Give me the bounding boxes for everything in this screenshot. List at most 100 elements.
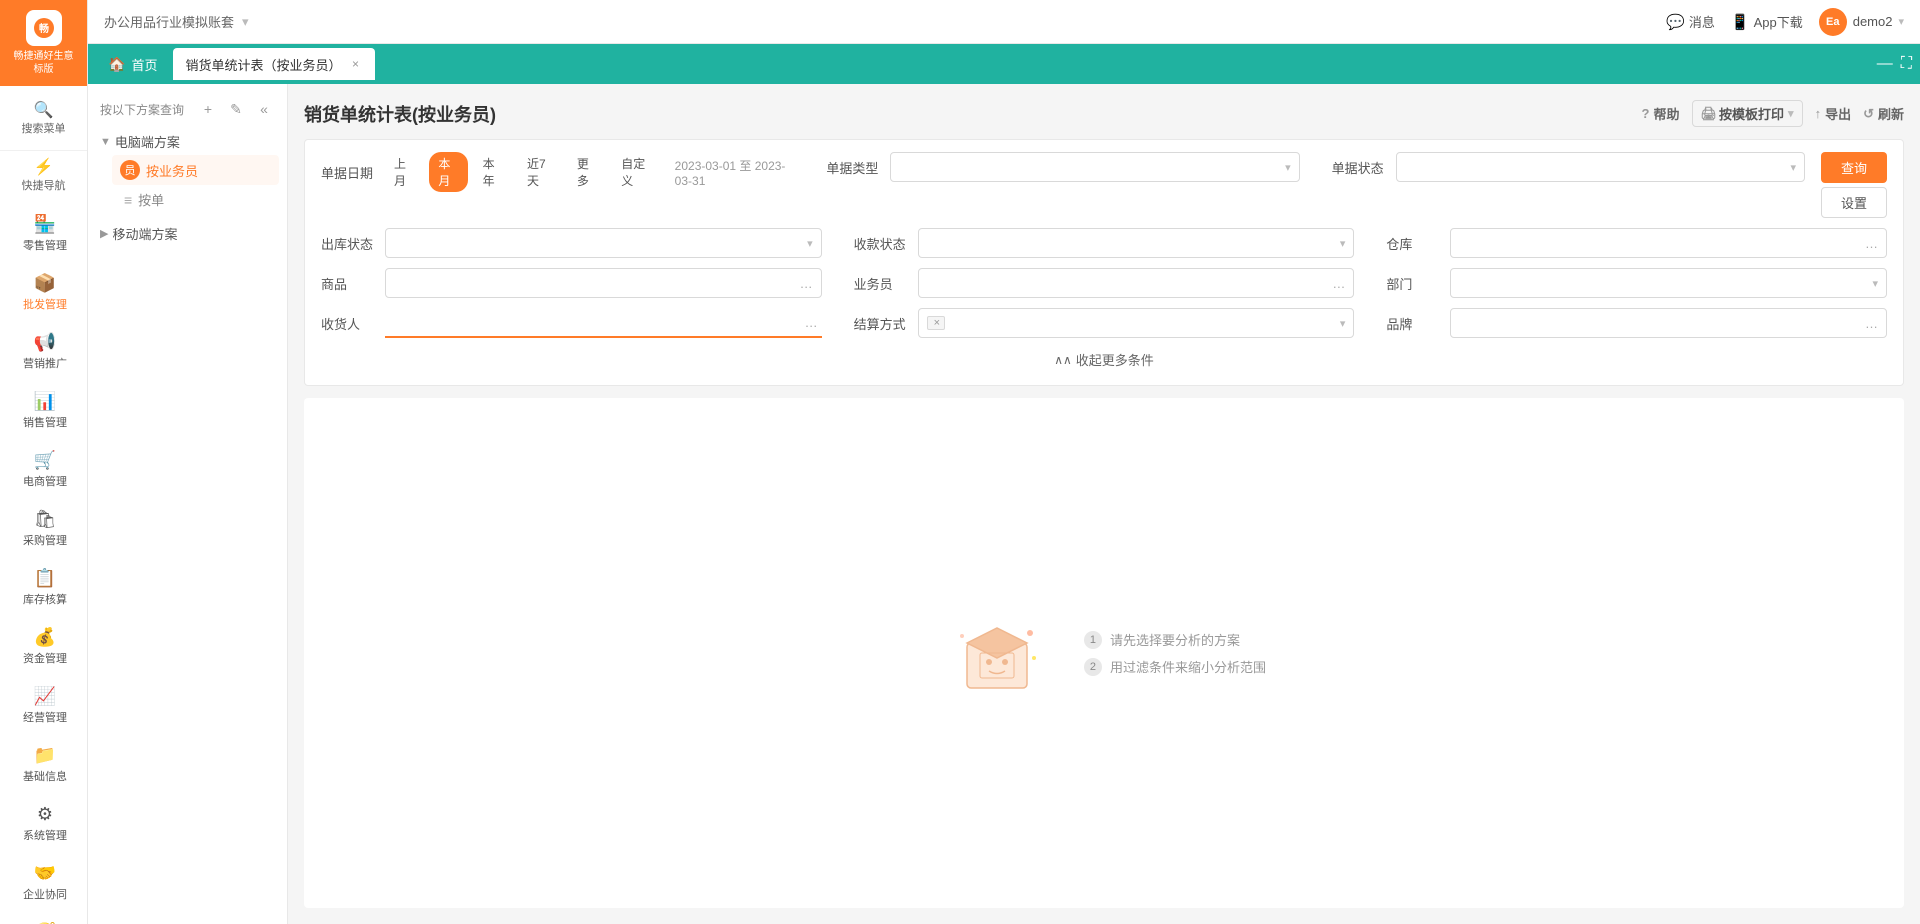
department-select[interactable]: ▾	[1450, 268, 1887, 298]
sidebar-item-system[interactable]: ⚙ 系统管理	[0, 794, 87, 853]
brand-select[interactable]: …	[1450, 308, 1887, 338]
retail-icon: 🏪	[34, 214, 56, 235]
collect-status-label: 收款状态	[854, 234, 910, 253]
date-custom-btn[interactable]: 自定义	[612, 152, 660, 192]
sidebar-logo[interactable]: 畅 畅捷通好生意标版	[0, 0, 87, 86]
chevron-down-icon: ▾	[242, 14, 249, 30]
refresh-btn[interactable]: ↺ 刷新	[1863, 104, 1904, 123]
ecommerce-icon: 🛒	[34, 450, 56, 471]
empty-state: 1 请先选择要分析的方案 2 用过滤条件来缩小分析范围	[942, 598, 1266, 708]
user-avatar: Ea	[1819, 8, 1847, 36]
sidebar-item-basic-info[interactable]: 📁 基础信息	[0, 735, 87, 794]
payment-tag-close[interactable]: ×	[934, 317, 940, 329]
topbar-dropdown[interactable]: ▾	[242, 14, 249, 30]
settings-btn[interactable]: 设置	[1821, 187, 1887, 218]
date-7days-btn[interactable]: 近7天	[518, 152, 562, 192]
tab-maximize-btn[interactable]: ⛶	[1901, 55, 1912, 73]
consignee-dots: …	[805, 315, 818, 330]
content-area: 按以下方案查询 + ✎ « ▼ 电脑端方案	[88, 84, 1920, 924]
salesman-select[interactable]: …	[918, 268, 1355, 298]
add-icon: +	[204, 101, 212, 117]
sidebar-search-section: 🔍 搜索菜单	[0, 86, 87, 151]
tab-home[interactable]: 🏠 首页	[96, 48, 169, 80]
desktop-scheme-children: 员 按业务员 ≡ 按单	[96, 155, 279, 214]
salesman-icon: 员	[120, 160, 140, 180]
logo-text: 畅捷通好生意标版	[14, 50, 74, 76]
sidebar-item-finance[interactable]: 💰 资金管理	[0, 617, 87, 676]
collapse-row: ∧∧ 收起更多条件	[321, 342, 1887, 373]
sales-icon: 📊	[34, 391, 56, 412]
basic-info-icon: 📁	[34, 745, 56, 766]
sidebar-item-inventory[interactable]: 📋 库存核算	[0, 558, 87, 617]
page-actions: ? 帮助 🖨 按模板打印 ▾ ↑ 导出	[1642, 100, 1904, 127]
empty-step-2: 2 用过滤条件来缩小分析范围	[1084, 657, 1266, 676]
sidebar-item-marketing[interactable]: 📢 营销推广	[0, 322, 87, 381]
sidebar-item-sales[interactable]: 📊 销售管理	[0, 381, 87, 440]
sidebar-item-purchase[interactable]: 🛍 采购管理	[0, 499, 87, 558]
type-select[interactable]: ▾	[890, 152, 1299, 182]
app-download-btn[interactable]: 📱 App下载	[1731, 12, 1803, 31]
collect-status-select[interactable]: ▾	[918, 228, 1355, 258]
message-icon: 💬	[1666, 13, 1685, 31]
status-label: 单据状态	[1332, 158, 1388, 177]
panel-actions: + ✎ «	[197, 98, 275, 120]
empty-steps: 1 请先选择要分析的方案 2 用过滤条件来缩小分析范围	[1084, 630, 1266, 676]
tabs-right-controls: — ⛶	[1877, 55, 1912, 73]
marketing-icon: 📢	[34, 332, 56, 353]
tab-sales-report[interactable]: 销货单统计表（按业务员） ×	[173, 48, 375, 80]
tab-bar: 🏠 首页 销货单统计表（按业务员） × — ⛶	[88, 44, 1920, 84]
print-icon: 🖨	[1701, 106, 1718, 122]
payment-select[interactable]: × ▾	[918, 308, 1355, 338]
status-select[interactable]: ▾	[1396, 152, 1805, 182]
consignee-input[interactable]	[389, 307, 805, 337]
mobile-group-label[interactable]: ▶ 移动端方案	[96, 220, 279, 247]
export-btn[interactable]: ↑ 导出	[1815, 104, 1852, 123]
filter-card: 单据日期 上月 本月 本年 近7天 更多 自定义 2023-03-01 至 20…	[304, 139, 1904, 386]
sidebar-item-wholesale[interactable]: 📦 批发管理	[0, 263, 87, 322]
warehouse-select[interactable]: …	[1450, 228, 1887, 258]
home-icon: 🏠	[108, 56, 125, 73]
collapse-up-icon: ∧∧	[1054, 353, 1072, 367]
tab-close-btn[interactable]: ×	[347, 56, 363, 72]
user-menu[interactable]: Ea demo2 ▾	[1819, 8, 1904, 36]
payment-label: 结算方式	[854, 314, 910, 333]
date-this-month-btn[interactable]: 本月	[429, 152, 467, 192]
scheme-by-salesman[interactable]: 员 按业务员	[112, 155, 279, 185]
sidebar-item-retail[interactable]: 🏪 零售管理	[0, 204, 87, 263]
query-btn[interactable]: 查询	[1821, 152, 1887, 183]
print-btn[interactable]: 🖨 按模板打印 ▾	[1692, 100, 1803, 127]
type-arrow-icon: ▾	[1285, 161, 1291, 174]
sidebar-item-enterprise[interactable]: 🤝 企业协同	[0, 853, 87, 912]
collapse-panel-btn[interactable]: «	[253, 98, 275, 120]
goods-select[interactable]: …	[385, 268, 822, 298]
scheme-by-order[interactable]: ≡ 按单	[112, 185, 279, 214]
tab-minimize-btn[interactable]: —	[1877, 55, 1893, 73]
mobile-icon: 📱	[1731, 13, 1750, 31]
collapse-conditions-btn[interactable]: ∧∧ 收起更多条件	[1042, 346, 1166, 373]
help-btn[interactable]: ? 帮助	[1642, 104, 1680, 123]
empty-state-container: 1 请先选择要分析的方案 2 用过滤条件来缩小分析范围	[304, 398, 1904, 908]
sidebar-item-management[interactable]: 📈 经营管理	[0, 676, 87, 735]
svg-text:畅: 畅	[39, 22, 49, 35]
brand-dots: …	[1865, 316, 1878, 331]
salesman-dots: …	[1332, 276, 1345, 291]
print-dropdown[interactable]: 🖨 按模板打印 ▾	[1692, 100, 1803, 127]
date-this-year-btn[interactable]: 本年	[474, 152, 512, 192]
out-status-select[interactable]: ▾	[385, 228, 822, 258]
user-chevron-icon: ▾	[1898, 15, 1904, 28]
desktop-group-label[interactable]: ▼ 电脑端方案	[96, 128, 279, 155]
sidebar-item-guide[interactable]: 🧭 新手引导	[0, 912, 87, 924]
date-last-month-btn[interactable]: 上月	[385, 152, 423, 192]
date-more-btn[interactable]: 更多	[568, 152, 606, 192]
main-area: 办公用品行业模拟账套 ▾ 💬 消息 📱 App下载 Ea demo2 ▾	[88, 0, 1920, 924]
search-menu-btn[interactable]: 🔍 搜索菜单	[0, 94, 87, 142]
add-scheme-btn[interactable]: +	[197, 98, 219, 120]
topbar-left: 办公用品行业模拟账套 ▾	[104, 12, 249, 31]
collect-status-arrow-icon: ▾	[1340, 237, 1346, 250]
messages-btn[interactable]: 💬 消息	[1666, 12, 1715, 31]
date-range-display: 2023-03-01 至 2023-03-31	[675, 157, 795, 188]
sidebar-item-ecommerce[interactable]: 🛒 电商管理	[0, 440, 87, 499]
quick-nav-btn[interactable]: ⚡ 快捷导航	[0, 151, 87, 199]
edit-scheme-btn[interactable]: ✎	[225, 98, 247, 120]
collapse-icon: «	[260, 101, 268, 117]
